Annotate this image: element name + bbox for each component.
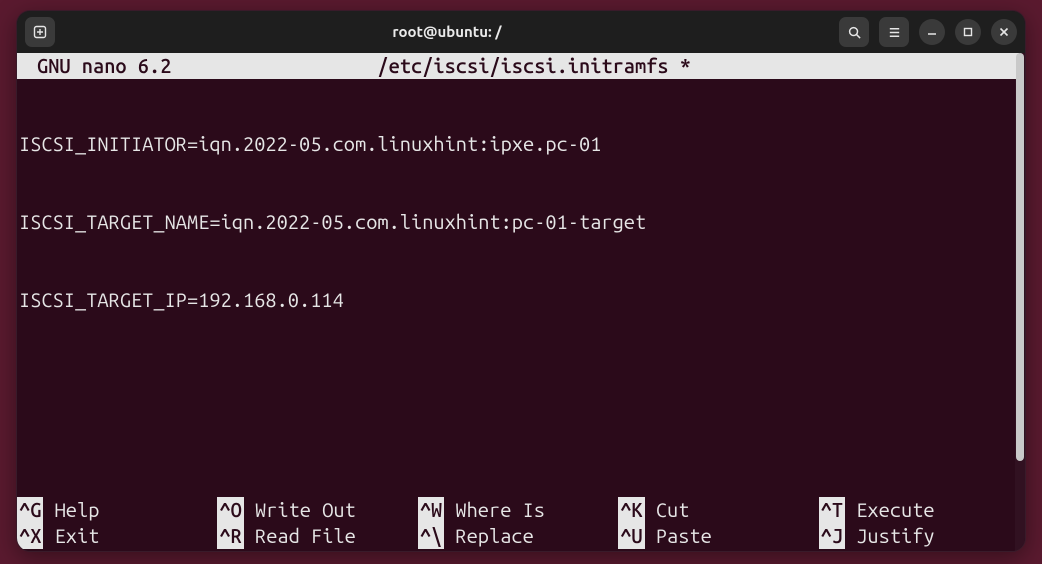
shortcut-label: Read File: [244, 523, 356, 549]
minimize-icon: [926, 26, 938, 38]
minimize-button[interactable]: [919, 19, 945, 45]
editor-content[interactable]: ISCSI_INITIATOR=iqn.2022-05.com.linuxhin…: [17, 79, 1019, 497]
shortcut-key: ^T: [819, 497, 845, 523]
shortcut-label: Justify: [845, 523, 935, 549]
terminal-window: root@ubuntu: /: [16, 10, 1026, 552]
close-button[interactable]: [991, 19, 1017, 45]
shortcut-replace: ^\ Replace: [418, 523, 618, 549]
titlebar: root@ubuntu: /: [17, 11, 1025, 53]
nano-header: GNU nano 6.2 /etc/iscsi/iscsi.initramfs …: [17, 53, 1019, 79]
scrollbar[interactable]: [1015, 53, 1025, 551]
shortcut-row-2: ^X Exit ^R Read File ^\ Replace ^U Paste…: [17, 523, 1019, 549]
shortcut-key: ^W: [418, 497, 444, 523]
close-icon: [998, 26, 1010, 38]
menu-button[interactable]: [879, 17, 909, 47]
shortcut-exit: ^X Exit: [17, 523, 217, 549]
shortcut-whereis: ^W Where Is: [418, 497, 618, 523]
terminal-body[interactable]: GNU nano 6.2 /etc/iscsi/iscsi.initramfs …: [17, 53, 1025, 551]
shortcut-key: ^O: [217, 497, 243, 523]
shortcut-label: Where Is: [444, 497, 545, 523]
search-button[interactable]: [839, 17, 869, 47]
shortcut-label: Write Out: [244, 497, 356, 523]
scrollbar-thumb[interactable]: [1016, 53, 1024, 461]
shortcut-paste: ^U Paste: [618, 523, 818, 549]
shortcut-key: ^K: [618, 497, 644, 523]
editor-line: ISCSI_TARGET_IP=192.168.0.114: [19, 287, 1017, 313]
shortcut-key: ^U: [618, 523, 644, 549]
shortcut-label: Paste: [645, 523, 712, 549]
shortcut-key: ^G: [17, 497, 43, 523]
new-tab-button[interactable]: [25, 17, 55, 47]
shortcut-key: ^J: [819, 523, 845, 549]
shortcut-label: Exit: [43, 523, 99, 549]
shortcut-cut: ^K Cut: [618, 497, 818, 523]
shortcut-row-1: ^G Help ^O Write Out ^W Where Is ^K Cut …: [17, 497, 1019, 523]
shortcut-bar: ^G Help ^O Write Out ^W Where Is ^K Cut …: [17, 497, 1019, 551]
search-icon: [847, 25, 862, 40]
shortcut-execute: ^T Execute: [819, 497, 1019, 523]
nano-app-name: GNU nano 6.2: [19, 53, 171, 79]
shortcut-label: Help: [43, 497, 99, 523]
hamburger-icon: [887, 25, 902, 40]
shortcut-writeout: ^O Write Out: [217, 497, 417, 523]
shortcut-readfile: ^R Read File: [217, 523, 417, 549]
shortcut-key: ^X: [17, 523, 43, 549]
shortcut-justify: ^J Justify: [819, 523, 1019, 549]
maximize-button[interactable]: [955, 19, 981, 45]
new-tab-icon: [32, 24, 48, 40]
shortcut-label: Cut: [645, 497, 690, 523]
editor-line: ISCSI_INITIATOR=iqn.2022-05.com.linuxhin…: [19, 131, 1017, 157]
shortcut-key: ^R: [217, 523, 243, 549]
shortcut-help: ^G Help: [17, 497, 217, 523]
shortcut-label: Execute: [845, 497, 935, 523]
shortcut-label: Replace: [444, 523, 534, 549]
shortcut-key: ^\: [418, 523, 444, 549]
nano-file-name: /etc/iscsi/iscsi.initramfs *: [171, 53, 1017, 79]
window-title: root@ubuntu: /: [61, 22, 833, 42]
maximize-icon: [962, 26, 974, 38]
editor-line: ISCSI_TARGET_NAME=iqn.2022-05.com.linuxh…: [19, 209, 1017, 235]
